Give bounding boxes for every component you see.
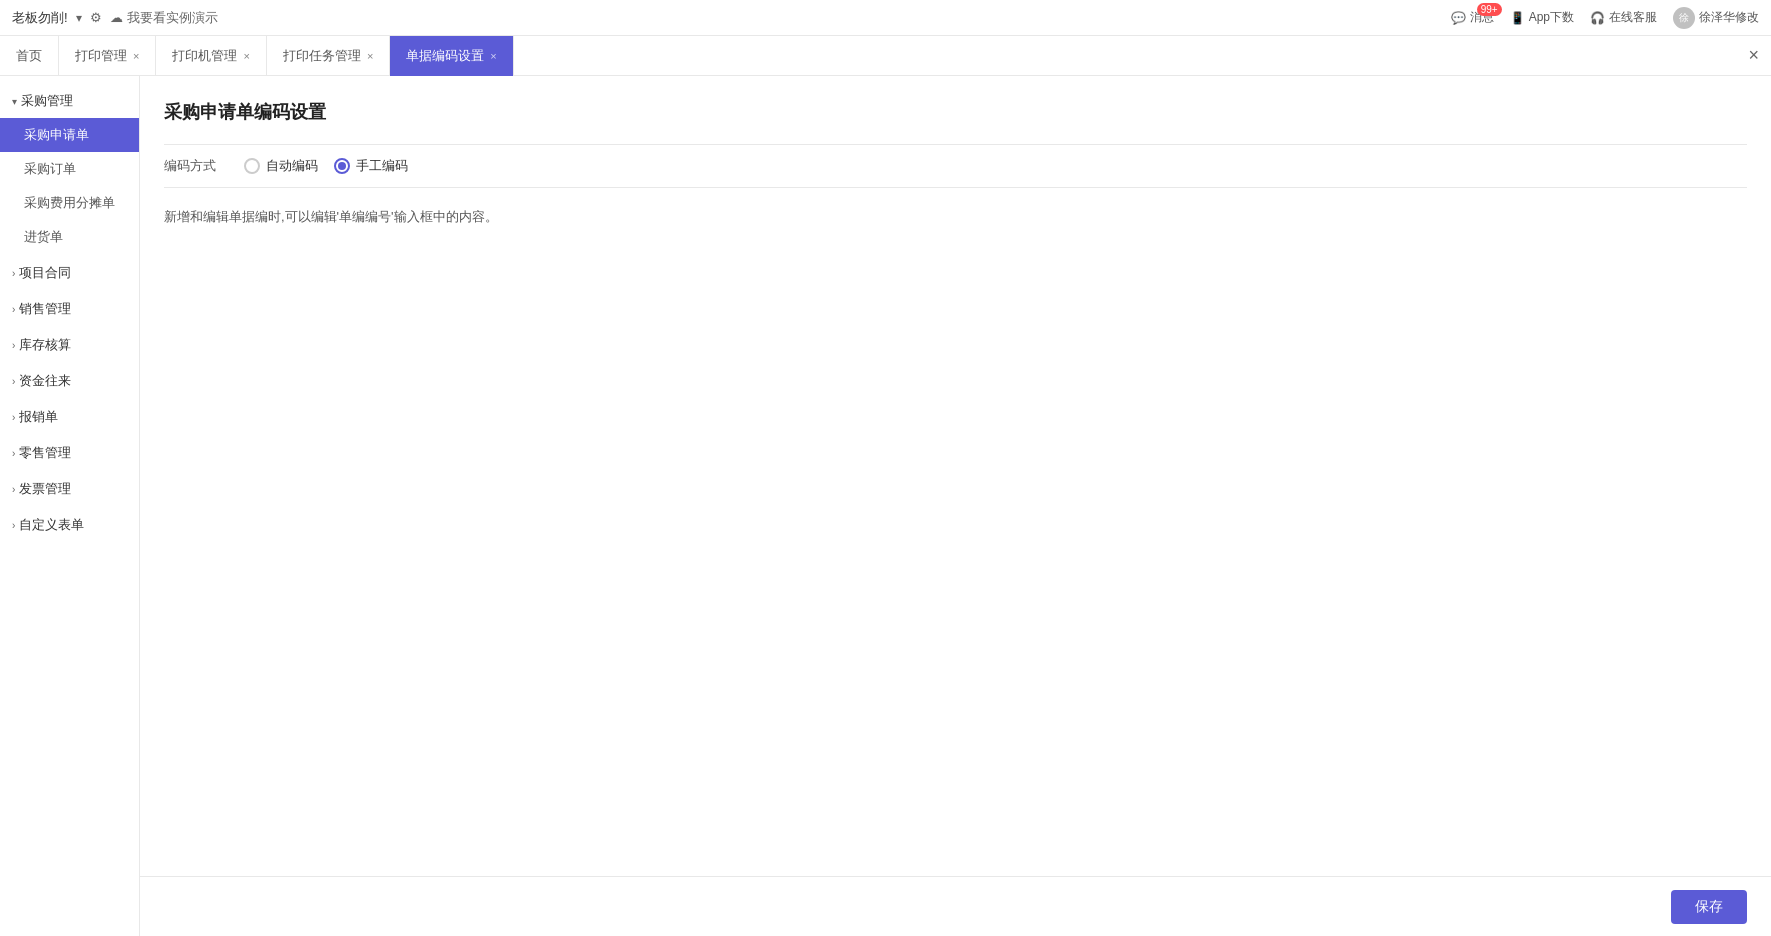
- auto-code-radio[interactable]: [244, 158, 260, 174]
- sidebar-group-title-sales-mgmt[interactable]: › 销售管理: [0, 292, 139, 326]
- sidebar-group-title-custom-forms[interactable]: › 自定义表单: [0, 508, 139, 542]
- auto-code-option[interactable]: 自动编码: [244, 157, 318, 175]
- tab-bar: 首页 打印管理 × 打印机管理 × 打印任务管理 × 单据编码设置 × ×: [0, 36, 1771, 76]
- message-button[interactable]: 💬 消息 99+: [1451, 9, 1494, 26]
- top-bar-left: 老板勿削! ▾ ⚙ ☁ 我要看实例演示: [12, 9, 218, 27]
- sidebar-group-purchase-mgmt: ▾ 采购管理 采购申请单 采购订单 采购费用分摊单 进货单: [0, 84, 139, 254]
- arrow-icon-invoice: ›: [12, 484, 15, 495]
- tab-home[interactable]: 首页: [0, 36, 59, 76]
- sidebar-group-sales-mgmt: › 销售管理: [0, 292, 139, 326]
- app-download-label: App下数: [1529, 9, 1574, 26]
- arrow-icon-project: ›: [12, 268, 15, 279]
- sidebar-group-inventory: › 库存核算: [0, 328, 139, 362]
- arrow-icon-retail: ›: [12, 448, 15, 459]
- arrow-icon-returns: ›: [12, 412, 15, 423]
- tab-print-task-mgmt-close[interactable]: ×: [367, 50, 373, 62]
- encoding-radio-group: 自动编码 手工编码: [244, 157, 408, 175]
- content-area: 采购申请单编码设置 编码方式 自动编码 手工编码 新增和编辑单据编时,可以编辑'…: [140, 76, 1771, 936]
- main-layout: ▾ 采购管理 采购申请单 采购订单 采购费用分摊单 进货单 › 项目合同: [0, 76, 1771, 936]
- invoice-mgmt-label: 发票管理: [19, 480, 71, 498]
- top-bar-title: 老板勿削!: [12, 9, 68, 27]
- top-bar-right: 💬 消息 99+ 📱 App下数 🎧 在线客服 徐 徐泽华修改: [1451, 7, 1759, 29]
- online-service-label: 在线客服: [1609, 9, 1657, 26]
- sidebar-group-title-inventory[interactable]: › 库存核算: [0, 328, 139, 362]
- tab-home-label: 首页: [16, 47, 42, 65]
- message-icon: 💬: [1451, 11, 1466, 25]
- example-label: 我要看实例演示: [127, 9, 218, 27]
- sidebar-group-title-invoice-mgmt[interactable]: › 发票管理: [0, 472, 139, 506]
- user-name: 徐泽华修改: [1699, 9, 1759, 26]
- arrow-icon-funds: ›: [12, 376, 15, 387]
- encoding-section: 编码方式 自动编码 手工编码: [164, 144, 1747, 188]
- sidebar-group-returns: › 报销单: [0, 400, 139, 434]
- returns-label: 报销单: [19, 408, 58, 426]
- arrow-icon-custom: ›: [12, 520, 15, 531]
- sidebar-item-purchase-request[interactable]: 采购申请单: [0, 118, 139, 152]
- sidebar-item-purchase-expense[interactable]: 采购费用分摊单: [0, 186, 139, 220]
- purchase-mgmt-label: 采购管理: [21, 92, 73, 110]
- arrow-icon-sales: ›: [12, 304, 15, 315]
- tab-barcode-setting[interactable]: 单据编码设置 ×: [390, 36, 513, 76]
- retail-mgmt-label: 零售管理: [19, 444, 71, 462]
- sales-mgmt-label: 销售管理: [19, 300, 71, 318]
- top-bar-dropdown-icon[interactable]: ▾: [76, 11, 82, 25]
- tab-barcode-setting-label: 单据编码设置: [406, 47, 484, 65]
- sidebar-group-title-retail-mgmt[interactable]: › 零售管理: [0, 436, 139, 470]
- sidebar-group-retail-mgmt: › 零售管理: [0, 436, 139, 470]
- cloud-icon: ☁: [110, 10, 123, 25]
- purchase-order-label: 采购订单: [24, 161, 76, 176]
- settings-icon[interactable]: ⚙: [90, 10, 102, 25]
- sidebar-group-title-funds[interactable]: › 资金往来: [0, 364, 139, 398]
- user-menu[interactable]: 徐 徐泽华修改: [1673, 7, 1759, 29]
- sidebar-group-project-contract: › 项目合同: [0, 256, 139, 290]
- message-badge: 99+: [1477, 3, 1502, 16]
- auto-code-label: 自动编码: [266, 157, 318, 175]
- tab-print-mgmt-close[interactable]: ×: [133, 50, 139, 62]
- page-title: 采购申请单编码设置: [164, 100, 1747, 124]
- tab-print-task-mgmt[interactable]: 打印任务管理 ×: [267, 36, 390, 76]
- sidebar-item-stock-in[interactable]: 进货单: [0, 220, 139, 254]
- headset-icon: 🎧: [1590, 11, 1605, 25]
- tab-printer-mgmt-label: 打印机管理: [172, 47, 237, 65]
- phone-icon: 📱: [1510, 11, 1525, 25]
- custom-forms-label: 自定义表单: [19, 516, 84, 534]
- tab-print-mgmt[interactable]: 打印管理 ×: [59, 36, 156, 76]
- tab-print-task-mgmt-label: 打印任务管理: [283, 47, 361, 65]
- sidebar-group-title-project-contract[interactable]: › 项目合同: [0, 256, 139, 290]
- purchase-request-label: 采购申请单: [24, 127, 89, 142]
- info-text: 新增和编辑单据编时,可以编辑'单编编号'输入框中的内容。: [164, 208, 1747, 226]
- save-button[interactable]: 保存: [1671, 890, 1747, 924]
- sidebar-group-funds: › 资金往来: [0, 364, 139, 398]
- purchase-expense-label: 采购费用分摊单: [24, 195, 115, 210]
- example-link[interactable]: ☁ 我要看实例演示: [110, 9, 218, 27]
- stock-in-label: 进货单: [24, 229, 63, 244]
- content-footer: 保存: [140, 876, 1771, 936]
- funds-label: 资金往来: [19, 372, 71, 390]
- sidebar-item-purchase-order[interactable]: 采购订单: [0, 152, 139, 186]
- tab-print-mgmt-label: 打印管理: [75, 47, 127, 65]
- online-service-button[interactable]: 🎧 在线客服: [1590, 9, 1657, 26]
- sidebar-group-title-purchase-mgmt[interactable]: ▾ 采购管理: [0, 84, 139, 118]
- manual-code-radio[interactable]: [334, 158, 350, 174]
- avatar: 徐: [1673, 7, 1695, 29]
- tab-barcode-setting-close[interactable]: ×: [490, 50, 496, 62]
- sidebar-group-title-returns[interactable]: › 报销单: [0, 400, 139, 434]
- app-download-button[interactable]: 📱 App下数: [1510, 9, 1574, 26]
- sidebar-group-invoice-mgmt: › 发票管理: [0, 472, 139, 506]
- close-all-tabs-button[interactable]: ×: [1748, 45, 1759, 66]
- top-bar: 老板勿削! ▾ ⚙ ☁ 我要看实例演示 💬 消息 99+ 📱 App下数 🎧 在…: [0, 0, 1771, 36]
- tab-printer-mgmt-close[interactable]: ×: [243, 50, 249, 62]
- sidebar: ▾ 采购管理 采购申请单 采购订单 采购费用分摊单 进货单 › 项目合同: [0, 76, 140, 936]
- sidebar-group-custom-forms: › 自定义表单: [0, 508, 139, 542]
- project-contract-label: 项目合同: [19, 264, 71, 282]
- arrow-icon-inventory: ›: [12, 340, 15, 351]
- inventory-label: 库存核算: [19, 336, 71, 354]
- content-main: 采购申请单编码设置 编码方式 自动编码 手工编码 新增和编辑单据编时,可以编辑'…: [140, 76, 1771, 876]
- arrow-icon-purchase: ▾: [12, 96, 17, 107]
- encoding-label: 编码方式: [164, 157, 224, 175]
- tab-printer-mgmt[interactable]: 打印机管理 ×: [156, 36, 266, 76]
- manual-code-label: 手工编码: [356, 157, 408, 175]
- manual-code-option[interactable]: 手工编码: [334, 157, 408, 175]
